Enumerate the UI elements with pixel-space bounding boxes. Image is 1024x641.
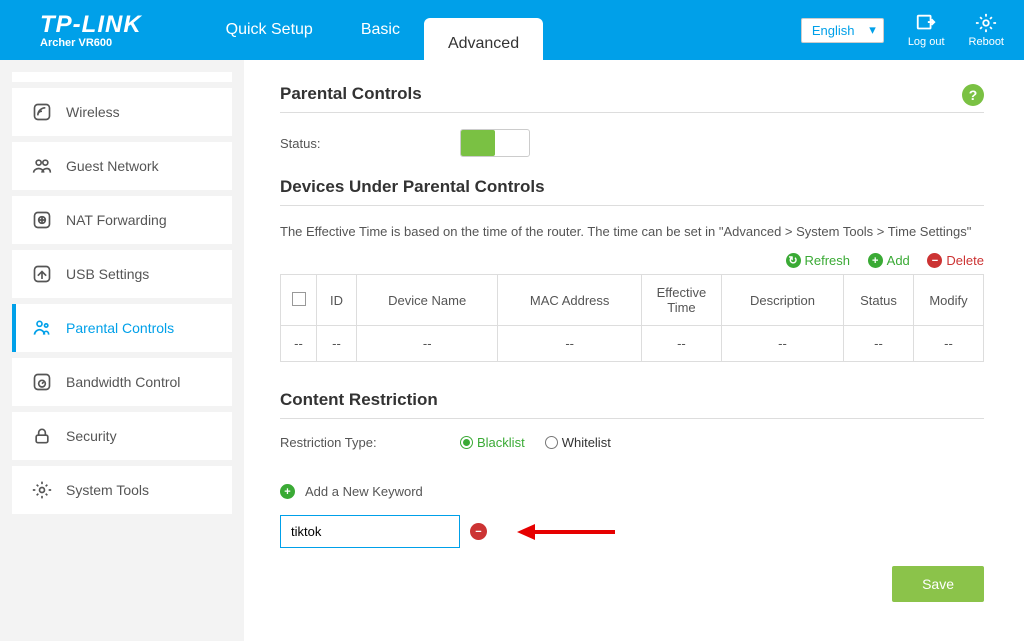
devices-table: ID Device Name MAC Address Effective Tim… [280, 274, 984, 362]
gear-icon [32, 480, 52, 500]
usb-icon [32, 264, 52, 284]
sidebar-item-guest-network[interactable]: Guest Network [12, 142, 232, 190]
delete-button[interactable]: −Delete [927, 253, 984, 268]
reboot-button[interactable]: Reboot [969, 12, 1004, 48]
sidebar: Wireless Guest Network NAT Forwarding US… [0, 60, 244, 641]
logout-icon [915, 12, 937, 34]
cell: -- [914, 326, 984, 362]
divider [280, 112, 984, 113]
add-button[interactable]: +Add [868, 253, 910, 268]
top-bar: TP-LINK Archer VR600 Quick Setup Basic A… [0, 0, 1024, 60]
radio-icon [545, 436, 558, 449]
sidebar-label: System Tools [66, 482, 149, 498]
sidebar-item-usb-settings[interactable]: USB Settings [12, 250, 232, 298]
arrow-head-icon [517, 524, 535, 540]
bandwidth-icon [32, 372, 52, 392]
radio-whitelist[interactable]: Whitelist [545, 435, 611, 450]
tab-quick-setup[interactable]: Quick Setup [202, 0, 337, 60]
cell: -- [281, 326, 317, 362]
main-layout: Wireless Guest Network NAT Forwarding US… [0, 60, 1024, 641]
add-keyword-button[interactable]: + Add a New Keyword [280, 484, 423, 499]
help-button[interactable]: ? [962, 84, 984, 106]
refresh-button[interactable]: ↻Refresh [786, 253, 851, 268]
sidebar-item-system-tools[interactable]: System Tools [12, 466, 232, 514]
top-right: English ▾ Log out Reboot [801, 12, 1004, 48]
col-id: ID [317, 275, 357, 326]
annotation-arrow [517, 524, 615, 540]
brand-logo: TP-LINK [40, 11, 142, 39]
sidebar-label: Guest Network [66, 158, 159, 174]
tab-advanced[interactable]: Advanced [424, 18, 543, 60]
select-all-checkbox[interactable] [292, 292, 306, 306]
col-time: Effective Time [641, 275, 721, 326]
devices-action-bar: ↻Refresh +Add −Delete [280, 252, 984, 269]
sidebar-label: Parental Controls [66, 320, 174, 336]
guest-network-icon [32, 156, 52, 176]
cell: -- [721, 326, 843, 362]
brand-block: TP-LINK Archer VR600 [40, 11, 142, 49]
section-title-content-restriction: Content Restriction [280, 390, 984, 410]
sidebar-spacer [12, 72, 232, 82]
tab-basic[interactable]: Basic [337, 0, 424, 60]
toggle-knob [461, 130, 495, 156]
minus-icon: − [927, 253, 942, 268]
language-select[interactable]: English [801, 18, 884, 43]
parental-icon [32, 318, 52, 338]
plus-icon: + [868, 253, 883, 268]
restriction-type-row: Restriction Type: Blacklist Whitelist [280, 435, 984, 450]
col-desc: Description [721, 275, 843, 326]
content-area: ? Parental Controls Status: Devices Unde… [244, 60, 1024, 641]
status-label: Status: [280, 136, 460, 151]
sidebar-label: Security [66, 428, 117, 444]
sidebar-item-nat-forwarding[interactable]: NAT Forwarding [12, 196, 232, 244]
col-mac: MAC Address [498, 275, 642, 326]
refresh-icon: ↻ [786, 253, 801, 268]
nat-icon [32, 210, 52, 230]
section-title-parental: Parental Controls [280, 84, 984, 104]
wireless-icon [32, 102, 52, 122]
sidebar-item-parental-controls[interactable]: Parental Controls [12, 304, 232, 352]
language-select-wrap: English ▾ [801, 18, 884, 43]
cell: -- [357, 326, 498, 362]
lock-icon [32, 426, 52, 446]
logout-button[interactable]: Log out [908, 12, 945, 48]
keyword-row: − [280, 515, 984, 548]
remove-keyword-button[interactable]: − [470, 523, 487, 540]
divider [280, 418, 984, 419]
logout-label: Log out [908, 36, 945, 48]
cell: -- [317, 326, 357, 362]
reboot-icon [975, 12, 997, 34]
table-header-row: ID Device Name MAC Address Effective Tim… [281, 275, 984, 326]
reboot-label: Reboot [969, 36, 1004, 48]
sidebar-label: NAT Forwarding [66, 212, 167, 228]
col-device-name: Device Name [357, 275, 498, 326]
radio-icon [460, 436, 473, 449]
cell: -- [844, 326, 914, 362]
save-button[interactable]: Save [892, 566, 984, 602]
table-row: -- -- -- -- -- -- -- -- [281, 326, 984, 362]
sidebar-label: Bandwidth Control [66, 374, 180, 390]
section-title-devices: Devices Under Parental Controls [280, 177, 984, 197]
cell: -- [498, 326, 642, 362]
arrow-line [535, 530, 615, 534]
col-modify: Modify [914, 275, 984, 326]
radio-blacklist[interactable]: Blacklist [460, 435, 525, 450]
brand-model: Archer VR600 [40, 37, 142, 49]
sidebar-item-security[interactable]: Security [12, 412, 232, 460]
sidebar-label: Wireless [66, 104, 120, 120]
status-toggle[interactable] [460, 129, 530, 157]
add-keyword-label: Add a New Keyword [305, 484, 423, 499]
cell: -- [641, 326, 721, 362]
status-row: Status: [280, 129, 984, 157]
sidebar-item-wireless[interactable]: Wireless [12, 88, 232, 136]
plus-icon: + [280, 484, 295, 499]
divider [280, 205, 984, 206]
sidebar-item-bandwidth-control[interactable]: Bandwidth Control [12, 358, 232, 406]
keyword-input[interactable] [280, 515, 460, 548]
restriction-type-label: Restriction Type: [280, 435, 460, 450]
col-status: Status [844, 275, 914, 326]
devices-note: The Effective Time is based on the time … [280, 222, 984, 242]
top-tabs: Quick Setup Basic Advanced [202, 0, 543, 60]
sidebar-label: USB Settings [66, 266, 149, 282]
